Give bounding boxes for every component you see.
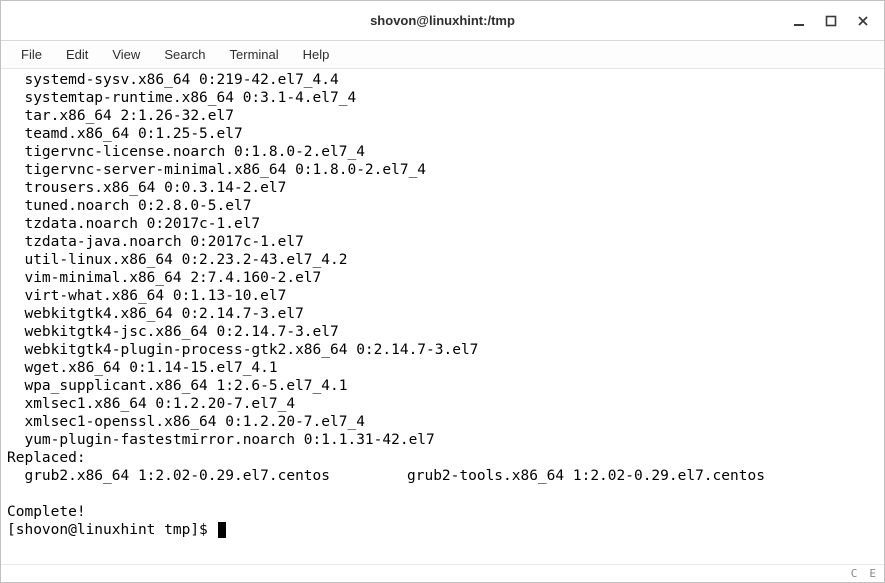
replaced-header: Replaced: <box>7 450 86 466</box>
window-title: shovon@linuxhint:/tmp <box>370 13 515 28</box>
statusbar: C E <box>1 564 884 582</box>
status-c: C <box>851 567 858 580</box>
menu-search[interactable]: Search <box>154 44 215 65</box>
close-icon <box>857 15 869 27</box>
cursor <box>218 522 226 538</box>
menu-help[interactable]: Help <box>293 44 340 65</box>
replaced-row: grub2.x86_64 1:2.02-0.29.el7.centosgrub2… <box>7 467 878 485</box>
menu-terminal[interactable]: Terminal <box>220 44 289 65</box>
status-e: E <box>869 567 876 580</box>
terminal-window: shovon@linuxhint:/tmp File Edit View Sea… <box>0 0 885 583</box>
menubar: File Edit View Search Terminal Help <box>1 41 884 69</box>
maximize-button[interactable] <box>816 7 846 35</box>
package-list: systemd-sysv.x86_64 0:219-42.el7_4.4 sys… <box>7 72 478 448</box>
shell-prompt: [shovon@linuxhint tmp]$ <box>7 522 217 538</box>
replaced-item-1: grub2.x86_64 1:2.02-0.29.el7.centos <box>7 467 407 485</box>
maximize-icon <box>825 15 837 27</box>
terminal-output[interactable]: systemd-sysv.x86_64 0:219-42.el7_4.4 sys… <box>1 69 884 564</box>
close-button[interactable] <box>848 7 878 35</box>
minimize-icon <box>793 15 805 27</box>
menu-file[interactable]: File <box>11 44 52 65</box>
replaced-item-2: grub2-tools.x86_64 1:2.02-0.29.el7.cento… <box>407 467 765 485</box>
window-controls <box>784 1 878 40</box>
menu-view[interactable]: View <box>102 44 150 65</box>
titlebar: shovon@linuxhint:/tmp <box>1 1 884 41</box>
menu-edit[interactable]: Edit <box>56 44 98 65</box>
minimize-button[interactable] <box>784 7 814 35</box>
complete-message: Complete! <box>7 504 86 520</box>
